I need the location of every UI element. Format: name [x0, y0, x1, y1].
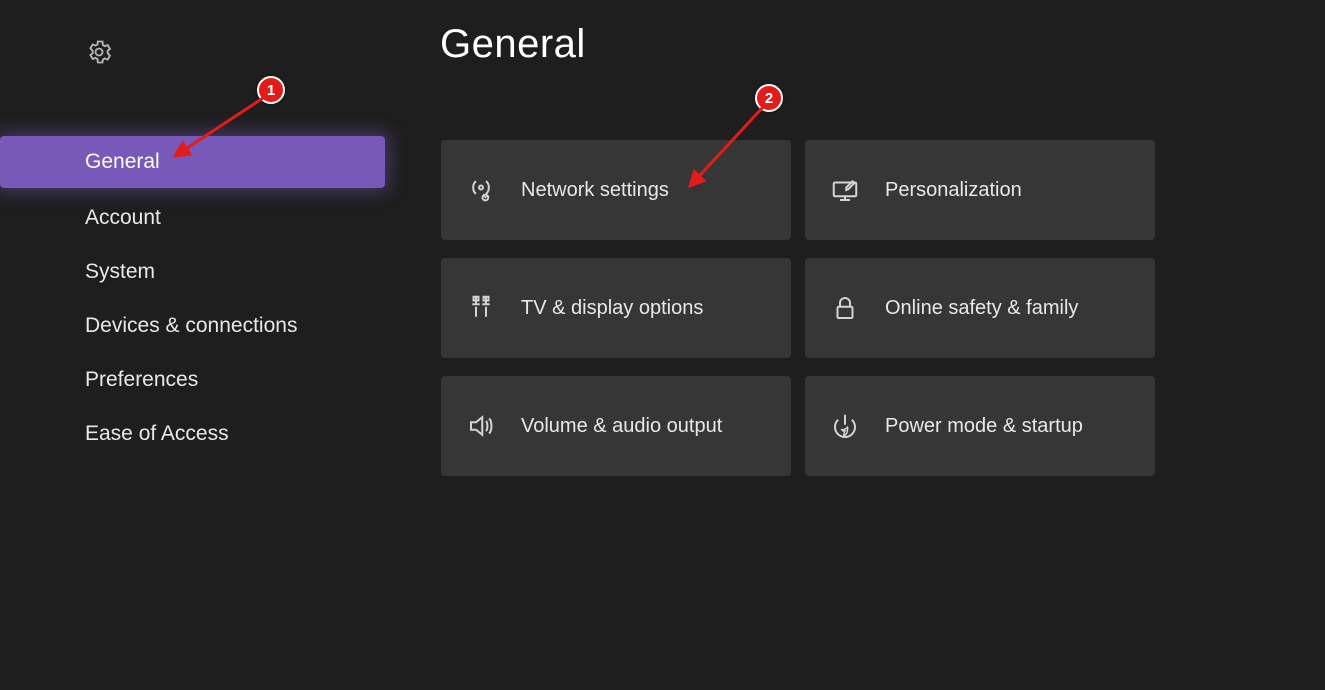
- tile-label: Power mode & startup: [885, 415, 1083, 438]
- sidebar-item-label: Ease of Access: [85, 422, 229, 446]
- sidebar-item-label: Devices & connections: [85, 314, 297, 338]
- sidebar-item-preferences[interactable]: Preferences: [0, 354, 385, 406]
- sidebar-item-devices[interactable]: Devices & connections: [0, 300, 385, 352]
- tile-online-safety[interactable]: Online safety & family: [805, 258, 1155, 358]
- sidebar-item-label: System: [85, 260, 155, 284]
- sidebar-item-general[interactable]: General: [0, 136, 385, 188]
- sidebar-item-label: Account: [85, 206, 161, 230]
- tile-power-mode[interactable]: Power mode & startup: [805, 376, 1155, 476]
- tile-label: Personalization: [885, 179, 1022, 202]
- sidebar-item-ease-of-access[interactable]: Ease of Access: [0, 408, 385, 460]
- sidebar-item-label: General: [85, 150, 160, 174]
- sidebar-item-label: Preferences: [85, 368, 198, 392]
- tile-volume-audio[interactable]: Volume & audio output: [441, 376, 791, 476]
- lock-icon: [805, 293, 885, 323]
- tile-label: Volume & audio output: [521, 415, 722, 438]
- volume-icon: [441, 411, 521, 441]
- tile-label: TV & display options: [521, 297, 703, 320]
- sidebar-item-account[interactable]: Account: [0, 192, 385, 244]
- tile-network-settings[interactable]: Network settings: [441, 140, 791, 240]
- personalization-icon: [805, 175, 885, 205]
- tile-label: Network settings: [521, 179, 669, 202]
- network-icon: [441, 175, 521, 205]
- sidebar-nav: General Account System Devices & connect…: [0, 136, 385, 462]
- power-icon: [805, 411, 885, 441]
- tile-personalization[interactable]: Personalization: [805, 140, 1155, 240]
- tile-label: Online safety & family: [885, 297, 1078, 320]
- sidebar: General Account System Devices & connect…: [0, 0, 385, 690]
- sidebar-item-system[interactable]: System: [0, 246, 385, 298]
- page-title: General: [440, 22, 586, 67]
- gear-icon: [85, 38, 113, 66]
- annotation-badge-1: 1: [257, 76, 285, 104]
- tile-grid: Network settings Personalization TV & di…: [441, 140, 1155, 476]
- annotation-badge-2: 2: [755, 84, 783, 112]
- tv-display-icon: [441, 293, 521, 323]
- tile-tv-display[interactable]: TV & display options: [441, 258, 791, 358]
